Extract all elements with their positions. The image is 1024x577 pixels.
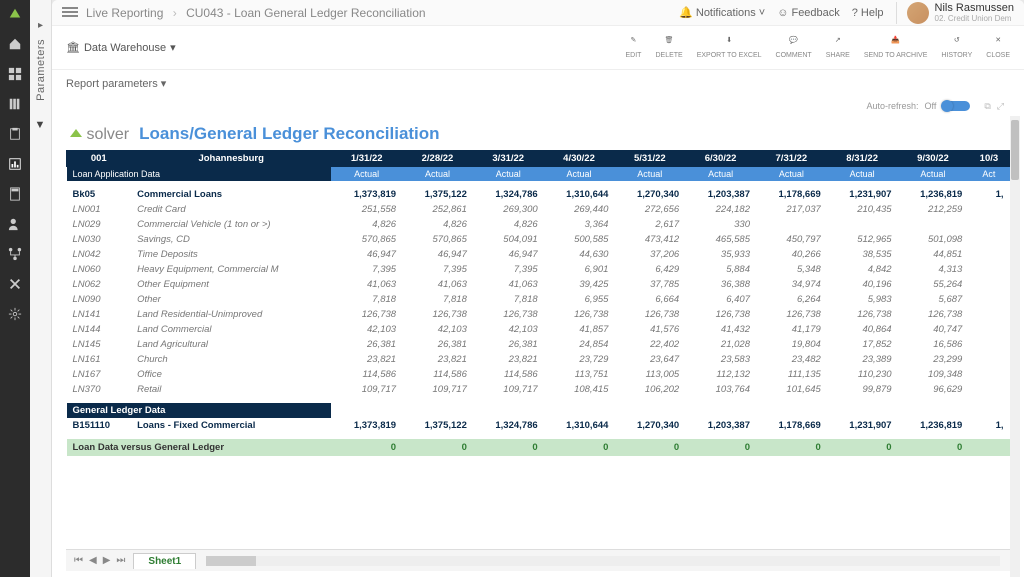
avatar xyxy=(907,2,929,24)
table-row: LN029Commercial Vehicle (1 ton or >)4,82… xyxy=(67,217,1010,232)
sheet-tab-1[interactable]: Sheet1 xyxy=(133,553,196,569)
table-row: LN141Land Residential-Unimproved126,7381… xyxy=(67,307,1010,322)
table-row: LN144Land Commercial42,10342,10342,10341… xyxy=(67,322,1010,337)
report-title: Loans/General Ledger Reconciliation xyxy=(139,124,439,144)
history-button[interactable]: ↺HISTORY xyxy=(941,36,972,59)
filter-icon[interactable]: ▼ xyxy=(35,119,47,131)
breadcrumb: Live Reporting › CU043 - Loan General Le… xyxy=(86,6,426,20)
vertical-scrollbar[interactable] xyxy=(1010,116,1020,577)
table-row: LN090Other7,8187,8187,8186,9556,6646,407… xyxy=(67,292,1010,307)
table-row: LN030Savings, CD570,865570,865504,091500… xyxy=(67,232,1010,247)
hamburger-icon[interactable] xyxy=(62,7,78,19)
gear-icon[interactable] xyxy=(7,306,23,322)
diff-label: Loan Data versus General Ledger xyxy=(67,439,332,456)
table-row: LN001Credit Card251,558252,861269,300269… xyxy=(67,202,1010,217)
calculator-icon[interactable] xyxy=(7,186,23,202)
sheet-last-icon[interactable]: ⏭ xyxy=(114,555,127,566)
sheet-first-icon[interactable]: ⏮ xyxy=(72,555,85,566)
table-row: LN161Church23,82123,82123,82123,72923,64… xyxy=(67,352,1010,367)
solver-logo: solver xyxy=(70,126,129,144)
archive-button[interactable]: 📥SEND TO ARCHIVE xyxy=(864,36,928,59)
left-sidebar xyxy=(0,0,30,577)
table-row: LN167Office114,586114,586114,586113,7511… xyxy=(67,367,1010,382)
user-name: Nils Rasmussen xyxy=(935,3,1014,14)
location-name: Johannesburg xyxy=(131,151,331,167)
table-row: LN060Heavy Equipment, Commercial M7,3957… xyxy=(67,262,1010,277)
table-row: LN370Retail109,717109,717109,717108,4151… xyxy=(67,382,1010,397)
sheet-tab-bar: ⏮ ◀ ▶ ⏭ Sheet1 xyxy=(66,549,1010,571)
autorefresh-row: Auto-refresh: Off ⧉ ⤢ xyxy=(52,96,1024,116)
section-gl: General Ledger Data xyxy=(67,403,332,418)
parameters-panel-collapsed[interactable]: ▸ Parameters ▼ xyxy=(30,0,52,577)
breadcrumb-root[interactable]: Live Reporting xyxy=(86,6,163,20)
report-icon[interactable] xyxy=(7,156,23,172)
notifications-button[interactable]: 🔔 Notifications ˅ xyxy=(679,6,765,19)
user-icon[interactable] xyxy=(7,216,23,232)
popout-icon[interactable]: ⧉ xyxy=(984,101,990,112)
clipboard-icon[interactable] xyxy=(7,126,23,142)
user-menu[interactable]: Nils Rasmussen 02. Credit Union Dem xyxy=(896,2,1014,24)
close-button[interactable]: ✕CLOSE xyxy=(986,36,1010,59)
autorefresh-toggle[interactable] xyxy=(942,101,970,111)
top-bar: Live Reporting › CU043 - Loan General Le… xyxy=(52,0,1024,26)
section-loan-app: Loan Application Data xyxy=(67,167,332,182)
horizontal-scrollbar[interactable] xyxy=(206,556,1000,566)
books-icon[interactable] xyxy=(7,96,23,112)
user-subtitle: 02. Credit Union Dem xyxy=(935,14,1014,23)
sheet-next-icon[interactable]: ▶ xyxy=(101,555,113,566)
parameters-toggle-icon[interactable]: ▸ xyxy=(38,20,43,31)
export-excel-button[interactable]: ⬇EXPORT TO EXCEL xyxy=(697,36,762,59)
table-row: LN145Land Agricultural26,38126,38126,381… xyxy=(67,337,1010,352)
table-row: LN042Time Deposits46,94746,94746,94744,6… xyxy=(67,247,1010,262)
table-row: LN062Other Equipment41,06341,06341,06339… xyxy=(67,277,1010,292)
breadcrumb-page[interactable]: CU043 - Loan General Ledger Reconciliati… xyxy=(186,6,425,20)
parameters-panel-label: Parameters xyxy=(35,39,47,101)
tools-icon[interactable] xyxy=(7,276,23,292)
grid-icon[interactable] xyxy=(7,66,23,82)
data-warehouse-dropdown[interactable]: 🏛 Data Warehouse ▾ xyxy=(66,41,176,54)
home-icon[interactable] xyxy=(7,36,23,52)
delete-button[interactable]: 🗑DELETE xyxy=(655,36,682,59)
report-parameters-dropdown[interactable]: Report parameters ▾ xyxy=(66,77,166,90)
comment-button[interactable]: 💬COMMENT xyxy=(776,36,812,59)
report-table: 001 Johannesburg 1/31/222/28/223/31/224/… xyxy=(66,150,1010,456)
help-button[interactable]: ? Help xyxy=(852,7,884,19)
flow-icon[interactable] xyxy=(7,246,23,262)
logo-icon[interactable] xyxy=(7,6,23,22)
sheet-prev-icon[interactable]: ◀ xyxy=(87,555,99,566)
feedback-button[interactable]: ☺ Feedback xyxy=(777,7,840,19)
toolbar: 🏛 Data Warehouse ▾ ✎EDIT 🗑DELETE ⬇EXPORT… xyxy=(52,26,1024,70)
report-viewport: solver Loans/General Ledger Reconciliati… xyxy=(52,116,1024,577)
location-code: 001 xyxy=(67,151,132,167)
share-button[interactable]: ↗SHARE xyxy=(826,36,850,59)
expand-icon[interactable]: ⤢ xyxy=(997,101,1004,112)
edit-button[interactable]: ✎EDIT xyxy=(626,36,642,59)
